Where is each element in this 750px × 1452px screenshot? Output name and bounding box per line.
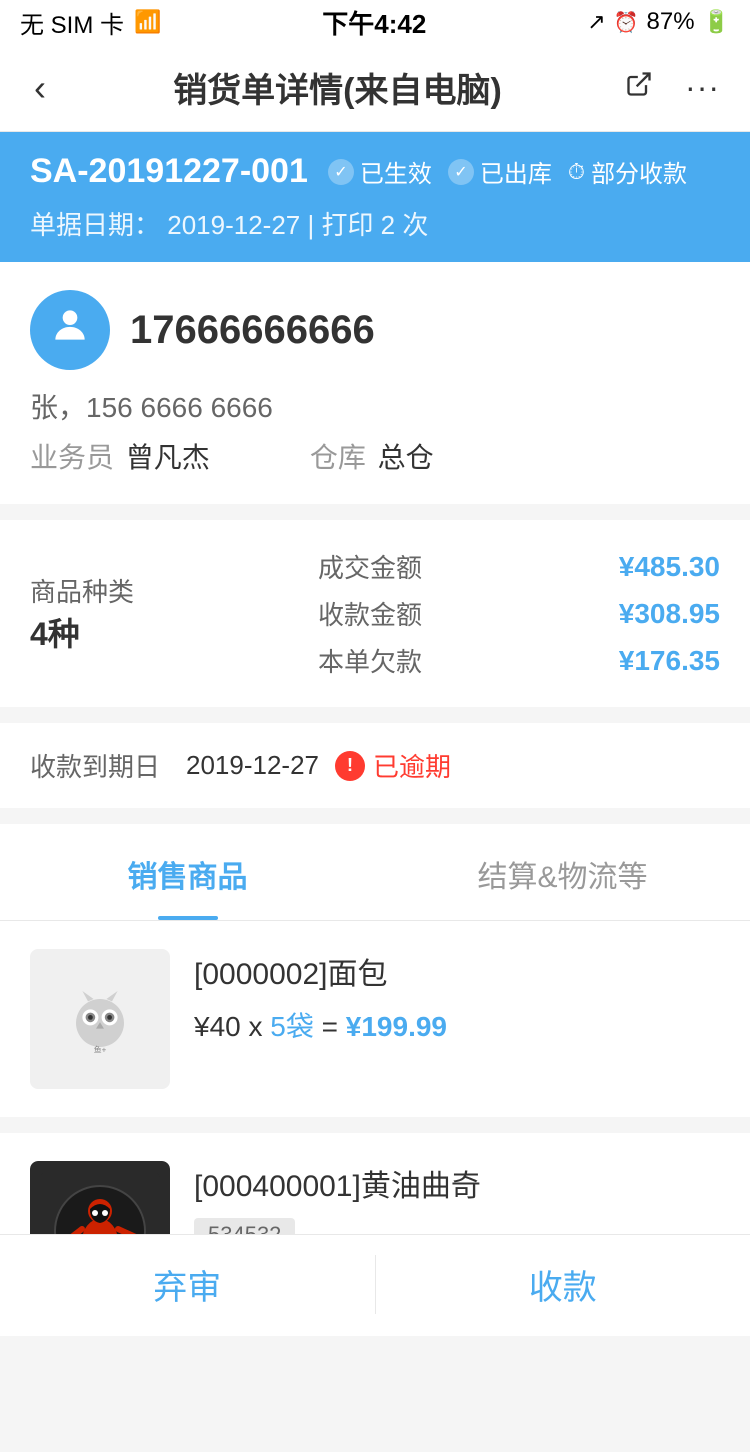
summary-section: 商品种类 4种 成交金额 ¥485.30 收款金额 ¥308.95 本单欠款 ¥… (0, 520, 750, 707)
alarm-icon: ⏰ (614, 10, 639, 35)
tab-settlement-label: 结算&物流等 (477, 861, 647, 894)
payment-label: 收款金额 (318, 595, 422, 632)
status-effective-label: 已生效 (360, 154, 432, 189)
payment-value: ¥308.95 (619, 598, 720, 630)
price-value-1: ¥40 (194, 1011, 241, 1042)
owl-icon: 鱼+ (60, 979, 140, 1059)
order-date: 单据日期： 2019-12-27 | 打印 2 次 (30, 205, 720, 242)
warehouse-info: 仓库 总仓 (310, 436, 434, 476)
status-partial-label: 部分收款 (591, 154, 687, 189)
due-date-value: 2019-12-27 (186, 750, 319, 781)
check-icon-shipped: ✓ (448, 159, 474, 185)
warehouse-value: 总仓 (378, 442, 434, 473)
total-value-1: ¥199.99 (346, 1011, 447, 1042)
customer-name-phone: 张，156 6666 6666 (30, 386, 720, 426)
order-header: SA-20191227-001 ✓ 已生效 ✓ 已出库 ⏱ 部分收款 单据日期：… (0, 132, 750, 262)
salesman-label: 业务员 (30, 442, 114, 473)
tab-sales-products[interactable]: 销售商品 (0, 824, 375, 920)
bottom-bar: 弃审 收款 (0, 1234, 750, 1334)
summary-right: 成交金额 ¥485.30 收款金额 ¥308.95 本单欠款 ¥176.35 (318, 548, 720, 679)
nav-bar: ‹ 销货单详情(来自电脑) ··· (0, 44, 750, 132)
status-partial-payment: ⏱ 部分收款 (568, 154, 687, 189)
debt-row: 本单欠款 ¥176.35 (318, 642, 720, 679)
order-id: SA-20191227-001 (30, 152, 308, 191)
payment-row: 收款金额 ¥308.95 (318, 595, 720, 632)
check-icon-effective: ✓ (328, 159, 354, 185)
status-tags: ✓ 已生效 ✓ 已出库 ⏱ 部分收款 (328, 154, 687, 189)
product-types-label: 商品种类 (30, 572, 298, 609)
overdue-icon: ! (335, 751, 365, 781)
status-time: 下午4:42 (322, 4, 426, 41)
svg-text:鱼+: 鱼+ (94, 1045, 107, 1055)
product-info-1: [0000002]面包 ¥40 x 5袋 = ¥199.99 (194, 949, 720, 1045)
clock-icon: ⏱ (568, 159, 585, 185)
amount-label: 成交金额 (318, 548, 422, 585)
tab-sales-label: 销售商品 (128, 861, 248, 894)
payment-button[interactable]: 收款 (376, 1235, 750, 1334)
carrier-text: 无 SIM 卡 (20, 5, 124, 40)
cancel-audit-label: 弃审 (153, 1260, 221, 1309)
share-button[interactable] (619, 64, 659, 112)
product-name-1: [0000002]面包 (194, 949, 720, 993)
amount-row: 成交金额 ¥485.30 (318, 548, 720, 585)
back-button[interactable]: ‹ (24, 57, 56, 119)
status-bar: 无 SIM 卡 📶 下午4:42 ↗ ⏰ 87% 🔋 (0, 0, 750, 44)
debt-value: ¥176.35 (619, 645, 720, 677)
cancel-audit-button[interactable]: 弃审 (0, 1235, 375, 1334)
summary-left: 商品种类 4种 (30, 548, 298, 679)
person-icon (48, 303, 92, 357)
warehouse-label: 仓库 (310, 442, 366, 473)
overdue-text: 已逾期 (373, 747, 451, 784)
qty-value-1: 5袋 (270, 1011, 314, 1042)
overdue-badge: ! 已逾期 (335, 747, 451, 784)
product-name-2: [000400001]黄油曲奇 (194, 1161, 720, 1205)
status-carrier: 无 SIM 卡 📶 (20, 5, 161, 40)
amount-value: ¥485.30 (619, 551, 720, 583)
due-date-section: 收款到期日 2019-12-27 ! 已逾期 (0, 723, 750, 808)
product-price-1: ¥40 x 5袋 = ¥199.99 (194, 1005, 720, 1045)
salesman-info: 业务员 曾凡杰 (30, 436, 210, 476)
wifi-icon: 📶 (134, 9, 161, 35)
date-value: 2019-12-27 (167, 210, 300, 240)
date-label: 单据日期： (30, 210, 160, 240)
due-date-label: 收款到期日 (30, 747, 160, 784)
status-shipped: ✓ 已出库 (448, 154, 552, 189)
salesman-value: 曾凡杰 (126, 442, 210, 473)
battery-text: 87% (647, 8, 695, 36)
product-thumbnail-1: 鱼+ (30, 949, 170, 1089)
customer-phone: 17666666666 (130, 308, 375, 353)
print-info: | 打印 2 次 (307, 210, 428, 240)
battery-icon: 🔋 (703, 9, 730, 35)
debt-label: 本单欠款 (318, 642, 422, 679)
location-icon: ↗ (587, 9, 605, 35)
more-button[interactable]: ··· (679, 63, 726, 112)
customer-section: 17666666666 张，156 6666 6666 业务员 曾凡杰 仓库 总… (0, 262, 750, 504)
nav-title: 销货单详情(来自电脑) (56, 63, 619, 112)
tabs-bar: 销售商品 结算&物流等 (0, 824, 750, 921)
tab-settlement[interactable]: 结算&物流等 (375, 824, 750, 920)
product-types-value: 4种 (30, 609, 298, 655)
nav-actions: ··· (619, 63, 726, 112)
payment-label: 收款 (529, 1260, 597, 1309)
customer-meta: 业务员 曾凡杰 仓库 总仓 (30, 436, 720, 476)
tabs-section: 销售商品 结算&物流等 (0, 824, 750, 921)
customer-avatar (30, 290, 110, 370)
status-effective: ✓ 已生效 (328, 154, 432, 189)
product-item: 鱼+ [0000002]面包 ¥40 x 5袋 = ¥199.99 (0, 921, 750, 1117)
status-shipped-label: 已出库 (480, 154, 552, 189)
status-indicators: ↗ ⏰ 87% 🔋 (587, 8, 730, 36)
